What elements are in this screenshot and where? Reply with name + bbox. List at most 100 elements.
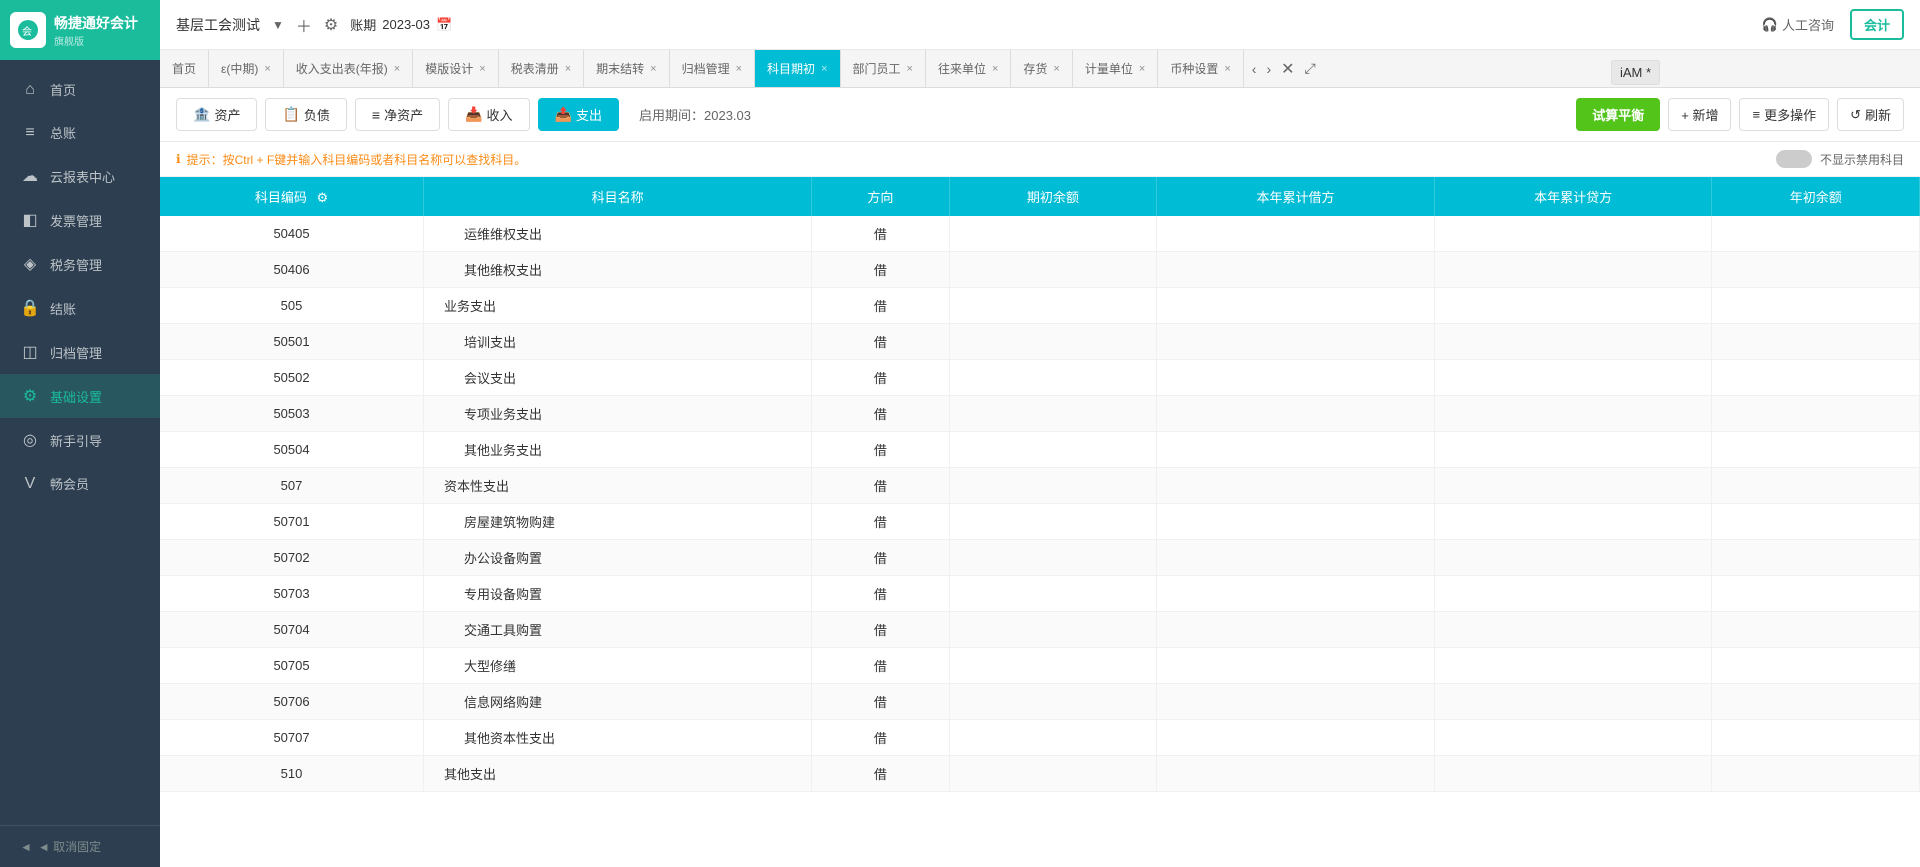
sidebar-item-invoice[interactable]: ◧ 发票管理 [0,198,160,242]
app-name: 畅捷通好会计 [54,13,138,33]
sidebar-item-tax[interactable]: ◈ 税务管理 [0,242,160,286]
cell-code: 50503 [160,396,424,432]
support-button[interactable]: 🎧 人工咨询 [1762,15,1834,34]
tab-midterm-close[interactable]: × [264,63,270,75]
table-row[interactable]: 50501培训支出借 [160,324,1920,360]
more-actions-button[interactable]: ≡ 更多操作 [1739,98,1829,131]
company-dropdown-icon[interactable]: ▼ [272,18,284,32]
cell-name: 信息网络购建 [424,684,812,720]
table-row[interactable]: 50704交通工具购置借 [160,612,1920,648]
table-row[interactable]: 50504其他业务支出借 [160,432,1920,468]
cell-name: 资本性支出 [424,468,812,504]
tab-template[interactable]: 模版设计 × [413,50,498,87]
tab-inventory[interactable]: 存货 × [1011,50,1072,87]
tab-archive[interactable]: 归档管理 × [670,50,755,87]
add-company-icon[interactable]: ＋ [296,13,312,37]
subtab-expense[interactable]: 📤 支出 [538,98,619,131]
subtab-income[interactable]: 📥 收入 [448,98,529,131]
table-row[interactable]: 50503专项业务支出借 [160,396,1920,432]
cell-opening-balance [949,288,1157,324]
tab-archive-close[interactable]: × [736,63,742,75]
calendar-icon[interactable]: 📅 [436,17,452,33]
col-settings-icon[interactable]: ⚙ [317,190,329,205]
sidebar-item-archive[interactable]: ◫ 归档管理 [0,330,160,374]
topbar-settings-icon[interactable]: ⚙ [324,15,338,35]
table-row[interactable]: 50705大型修缮借 [160,648,1920,684]
tab-annual-close[interactable]: × [394,63,400,75]
table-row[interactable]: 50707其他资本性支出借 [160,720,1920,756]
tab-department[interactable]: 部门员工 × [841,50,926,87]
cell-direction: 借 [812,360,949,396]
sidebar-item-home[interactable]: ⌂ 首页 [0,68,160,111]
tab-annual[interactable]: 收入支出表(年报) × [284,50,413,87]
tab-subject-init[interactable]: 科目期初 × [755,50,840,87]
table-row[interactable]: 505业务支出借 [160,288,1920,324]
add-button[interactable]: + 新增 [1668,98,1731,131]
tab-period-end-close[interactable]: × [650,63,656,75]
cell-opening-balance [949,216,1157,252]
tab-template-close[interactable]: × [479,63,485,75]
tab-subject-init-close[interactable]: × [821,63,827,75]
tab-next-icon[interactable]: › [1262,59,1275,79]
page-content: 🏦 资产 📋 负债 ≡ 净资产 📥 收入 📤 支出 启用期间：2023.03 试 [160,88,1920,867]
table-row[interactable]: 50703专用设备购置借 [160,576,1920,612]
sidebar-item-member[interactable]: V 畅会员 [0,462,160,505]
expense-icon: 📤 [555,106,572,123]
topbar: 基层工会测试 ▼ ＋ ⚙ 账期 2023-03 📅 🎧 人工咨询 会计 iAM … [160,0,1920,50]
table-row[interactable]: 50701房屋建筑物购建借 [160,504,1920,540]
tab-period-end[interactable]: 期末结转 × [584,50,669,87]
table-row[interactable]: 50502会议支出借 [160,360,1920,396]
tab-home[interactable]: 首页 [160,50,209,87]
tab-currency-close[interactable]: × [1224,63,1230,75]
tab-currency-label: 币种设置 [1170,60,1218,77]
headset-icon: 🎧 [1762,17,1778,33]
tab-tax-close[interactable]: × [565,63,571,75]
tab-department-close[interactable]: × [907,63,913,75]
user-role-button[interactable]: 会计 [1850,9,1904,40]
subtab-assets[interactable]: 🏦 资产 [176,98,257,131]
cell-opening-balance [949,504,1157,540]
sidebar-pin-toggle[interactable]: ◄ ◄ 取消固定 [0,825,160,867]
calc-balance-button[interactable]: 试算平衡 [1576,98,1660,131]
sidebar-item-tax-label: 税务管理 [50,255,102,274]
tab-contacts[interactable]: 往来单位 × [926,50,1011,87]
tab-midterm[interactable]: ε(中期) × [209,50,284,87]
disabled-toggle-switch[interactable] [1776,150,1812,168]
sidebar-item-reports[interactable]: ☁ 云报表中心 [0,154,160,198]
table-row[interactable]: 507资本性支出借 [160,468,1920,504]
cell-ytd-credit [1434,360,1712,396]
table-row[interactable]: 510其他支出借 [160,756,1920,792]
tab-prev-icon[interactable]: ‹ [1248,59,1261,79]
cell-opening-balance [949,324,1157,360]
table-row[interactable]: 50406其他维权支出借 [160,252,1920,288]
subtab-liabilities[interactable]: 📋 负债 [265,98,346,131]
cell-name: 会议支出 [424,360,812,396]
table-row[interactable]: 50706信息网络购建借 [160,684,1920,720]
table-container[interactable]: 科目编码 ⚙ 科目名称 方向 期初余额 本年累计借方 本年累计贷方 年初余额 5… [160,177,1920,867]
tab-tax[interactable]: 税表清册 × [499,50,584,87]
tab-units[interactable]: 计量单位 × [1073,50,1158,87]
tab-midterm-label: ε(中期) [221,60,258,77]
subtab-equity[interactable]: ≡ 净资产 [355,98,440,131]
refresh-button[interactable]: ↺ 刷新 [1837,98,1904,131]
expand-icon[interactable]: ⤢ [1301,60,1320,77]
cell-opening-balance [949,252,1157,288]
close-all-tabs-icon[interactable]: ✕ [1277,59,1298,79]
tab-currency[interactable]: 币种设置 × [1158,50,1243,87]
table-row[interactable]: 50702办公设备购置借 [160,540,1920,576]
sidebar-item-guide[interactable]: ◎ 新手引导 [0,418,160,462]
tab-annual-label: 收入支出表(年报) [296,60,388,77]
cell-code: 510 [160,756,424,792]
tab-inventory-close[interactable]: × [1053,63,1059,75]
logo-text: 畅捷通好会计 旗舰版 [54,13,138,48]
tab-units-close[interactable]: × [1139,63,1145,75]
tab-contacts-close[interactable]: × [992,63,998,75]
sidebar-item-ledger[interactable]: ≡ 总账 [0,111,160,154]
cell-name: 业务支出 [424,288,812,324]
sidebar-item-reports-label: 云报表中心 [50,167,115,186]
table-row[interactable]: 50405运维维权支出借 [160,216,1920,252]
sidebar-item-settings[interactable]: ⚙ 基础设置 [0,374,160,418]
sidebar-item-close[interactable]: 🔒 结账 [0,286,160,330]
cell-ytd-debit [1157,468,1435,504]
cell-code: 507 [160,468,424,504]
